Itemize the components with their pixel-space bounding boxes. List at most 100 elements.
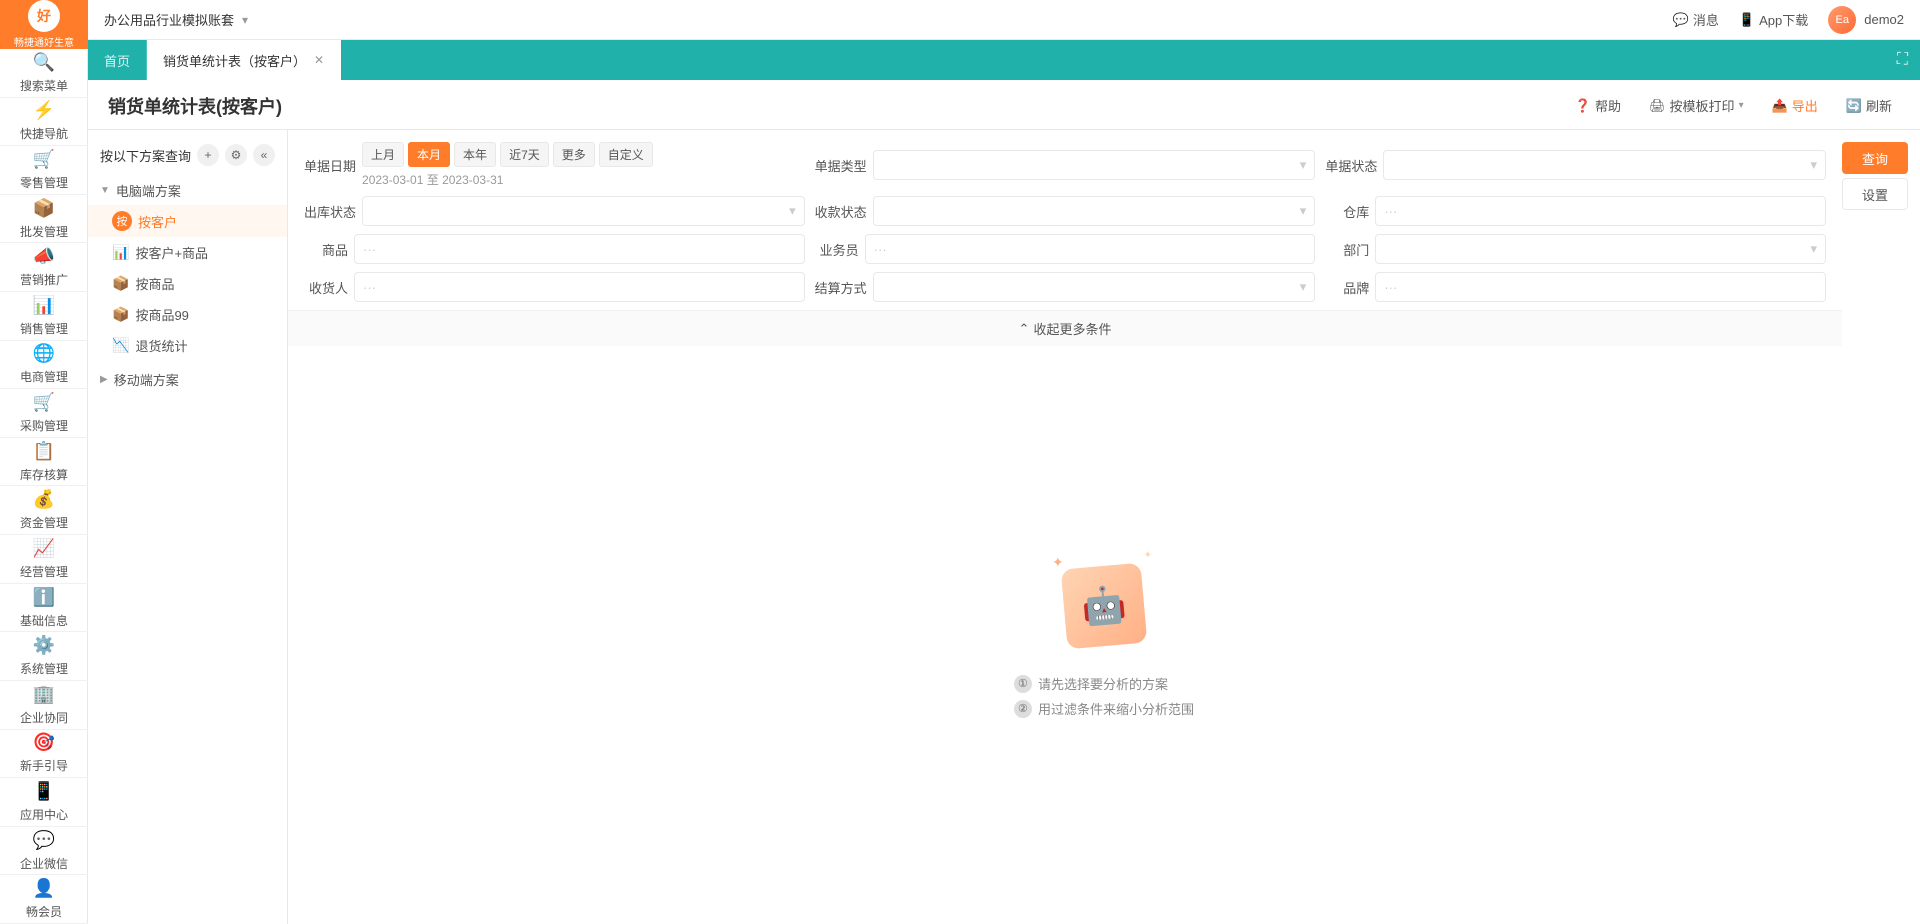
brand-select[interactable]: ··· — [1375, 272, 1826, 302]
app-download-action[interactable]: 📱 App下载 — [1739, 10, 1808, 29]
receipt-dropdown-icon: ▾ — [1300, 203, 1307, 219]
sidebar-item-sales[interactable]: 📊 销售管理 — [0, 292, 88, 341]
refresh-button[interactable]: 🔄 刷新 — [1838, 92, 1900, 119]
sidebar-item-app-center[interactable]: 📱 应用中心 — [0, 778, 88, 827]
basic-info-icon: ℹ️ — [33, 587, 55, 608]
sidebar-item-enterprise[interactable]: 🏢 企业协同 — [0, 681, 88, 730]
tab-home[interactable]: 首页 — [88, 40, 147, 80]
filter-status-cell: 单据状态 ▾ — [1325, 150, 1826, 180]
this-year-btn[interactable]: 本年 — [454, 142, 496, 167]
search-menu-icon: 🔍 — [33, 52, 55, 73]
topbar-title: 办公用品行业模拟账套 — [104, 10, 234, 29]
scheme-collapse-button[interactable]: « — [253, 144, 275, 166]
type-select[interactable]: ▾ — [873, 150, 1316, 180]
desktop-group-label: 电脑端方案 — [116, 181, 181, 200]
settlement-select[interactable]: ▾ — [873, 272, 1316, 302]
sidebar-item-quick-nav[interactable]: ⚡ 快捷导航 — [0, 98, 88, 147]
last-7days-btn[interactable]: 近7天 — [500, 142, 549, 167]
sidebar-item-finance[interactable]: 💰 资金管理 — [0, 486, 88, 535]
sparkle2-icon: ✦ — [1144, 550, 1152, 561]
goods-select[interactable]: ··· — [354, 234, 805, 264]
consignee-label: 收货人 — [304, 278, 348, 297]
sidebar-item-wholesale[interactable]: 📦 批发管理 — [0, 195, 88, 244]
scheme-item-by-customer[interactable]: 按 按客户 — [88, 205, 287, 237]
sidebar-item-new-guide[interactable]: 🎯 新手引导 — [0, 730, 88, 779]
export-label: 导出 — [1792, 96, 1818, 115]
sidebar-item-retail[interactable]: 🛒 零售管理 — [0, 146, 88, 195]
status-select[interactable]: ▾ — [1383, 150, 1826, 180]
scheme-item-by-customer-goods[interactable]: 📊 按客户+商品 — [88, 237, 287, 268]
salesperson-dots: ··· — [874, 242, 887, 257]
sidebar-item-marketing[interactable]: 📣 营销推广 — [0, 243, 88, 292]
salesperson-select[interactable]: ··· — [865, 234, 1316, 264]
export-button[interactable]: 📤 导出 — [1764, 92, 1826, 119]
last-month-btn[interactable]: 上月 — [362, 142, 404, 167]
app-center-icon: 📱 — [33, 781, 55, 802]
content-body: 按以下方案查询 + ⚙ « ▼ 电脑端方案 按 按客户 — [88, 130, 1920, 924]
sidebar-label-search: 搜索菜单 — [20, 77, 68, 94]
tab-close-icon[interactable]: ✕ — [314, 53, 324, 67]
sidebar-item-search-menu[interactable]: 🔍 搜索菜单 — [0, 49, 88, 98]
message-action[interactable]: 💬 消息 — [1673, 10, 1719, 29]
collapse-more-button[interactable]: ⌃ 收起更多条件 — [288, 310, 1842, 346]
sidebar-item-operations[interactable]: 📈 经营管理 — [0, 535, 88, 584]
scheme-item-by-goods99[interactable]: 📦 按商品99 — [88, 299, 287, 330]
goods-label: 商品 — [304, 240, 348, 259]
filter-goods-cell: 商品 ··· — [304, 234, 805, 264]
by-goods99-label: 按商品99 — [135, 305, 188, 324]
sidebar-item-purchase[interactable]: 🛒 采购管理 — [0, 389, 88, 438]
help-button[interactable]: ❓ 帮助 — [1567, 92, 1629, 119]
sidebar-label-finance: 资金管理 — [20, 514, 68, 531]
receipt-status-select[interactable]: ▾ — [873, 196, 1316, 226]
app-logo[interactable]: 好 畅捷通好生意 — [0, 0, 88, 49]
custom-btn[interactable]: 自定义 — [599, 142, 653, 167]
sidebar-label-wholesale: 批发管理 — [20, 223, 68, 240]
wholesale-icon: 📦 — [33, 198, 55, 219]
sidebar-item-system[interactable]: ⚙️ 系统管理 — [0, 632, 88, 681]
scheme-group-mobile-header[interactable]: ▶ 移动端方案 — [88, 365, 287, 394]
page-title-row: 销货单统计表(按客户) ❓ 帮助 🖨 按模板打印 ▾ 📤 导出 — [108, 92, 1900, 129]
stock-status-select[interactable]: ▾ — [362, 196, 805, 226]
sidebar-item-ecommerce[interactable]: 🌐 电商管理 — [0, 341, 88, 390]
tab-maximize-icon[interactable]: ⛶ — [1885, 51, 1920, 69]
consignee-select[interactable]: ··· — [354, 272, 805, 302]
scheme-header-actions: + ⚙ « — [197, 144, 275, 166]
sidebar-item-inventory[interactable]: 📋 库存核算 — [0, 438, 88, 487]
warehouse-dots: ··· — [1384, 204, 1397, 219]
scheme-settings-button[interactable]: ⚙ — [225, 144, 247, 166]
scheme-group-desktop: ▼ 电脑端方案 按 按客户 📊 按客户+商品 📦 按商品 — [88, 176, 287, 361]
sidebar-item-basic-info[interactable]: ℹ️ 基础信息 — [0, 584, 88, 633]
sidebar-label-member: 畅会员 — [26, 903, 62, 920]
filter-date-cell: 单据日期 上月 本月 本年 近7天 更多 自定义 — [304, 142, 805, 188]
sidebar-label-sales: 销售管理 — [20, 320, 68, 337]
scheme-item-by-goods[interactable]: 📦 按商品 — [88, 268, 287, 299]
dept-select[interactable]: ▾ — [1375, 234, 1826, 264]
system-icon: ⚙️ — [33, 635, 55, 656]
more-btn[interactable]: 更多 — [553, 142, 595, 167]
topbar-right: 💬 消息 📱 App下载 Ea demo2 — [1673, 6, 1904, 34]
sidebar-item-corp-wechat[interactable]: 💬 企业微信 — [0, 827, 88, 876]
export-icon: 📤 — [1772, 98, 1788, 114]
query-button[interactable]: 查询 — [1842, 142, 1908, 174]
tab-sales-stat[interactable]: 销货单统计表（按客户） ✕ — [147, 40, 341, 80]
settings-button[interactable]: 设置 — [1842, 178, 1908, 210]
avatar: Ea — [1828, 6, 1856, 34]
scheme-item-return-stat[interactable]: 📉 退货统计 — [88, 330, 287, 361]
sidebar-label-corp-wechat: 企业微信 — [20, 855, 68, 872]
template-print-button[interactable]: 🖨 按模板打印 ▾ — [1641, 92, 1752, 119]
stock-status-label: 出库状态 — [304, 202, 356, 221]
scheme-group-desktop-header[interactable]: ▼ 电脑端方案 — [88, 176, 287, 205]
scheme-group-mobile: ▶ 移动端方案 — [88, 365, 287, 394]
user-area[interactable]: Ea demo2 — [1828, 6, 1904, 34]
scheme-header-title: 按以下方案查询 — [100, 146, 191, 165]
this-month-btn[interactable]: 本月 — [408, 142, 450, 167]
sidebar-item-member[interactable]: 👤 畅会员 — [0, 875, 88, 924]
topbar-dropdown-icon[interactable]: ▾ — [242, 13, 248, 27]
filter-salesperson-cell: 业务员 ··· — [815, 234, 1316, 264]
desktop-group-arrow-icon: ▼ — [100, 185, 110, 196]
warehouse-select[interactable]: ··· — [1375, 196, 1826, 226]
scheme-add-button[interactable]: + — [197, 144, 219, 166]
filter-main: 单据日期 上月 本月 本年 近7天 更多 自定义 — [288, 130, 1920, 924]
tab-sales-stat-label: 销货单统计表（按客户） — [163, 51, 306, 70]
sidebar-label-purchase: 采购管理 — [20, 417, 68, 434]
